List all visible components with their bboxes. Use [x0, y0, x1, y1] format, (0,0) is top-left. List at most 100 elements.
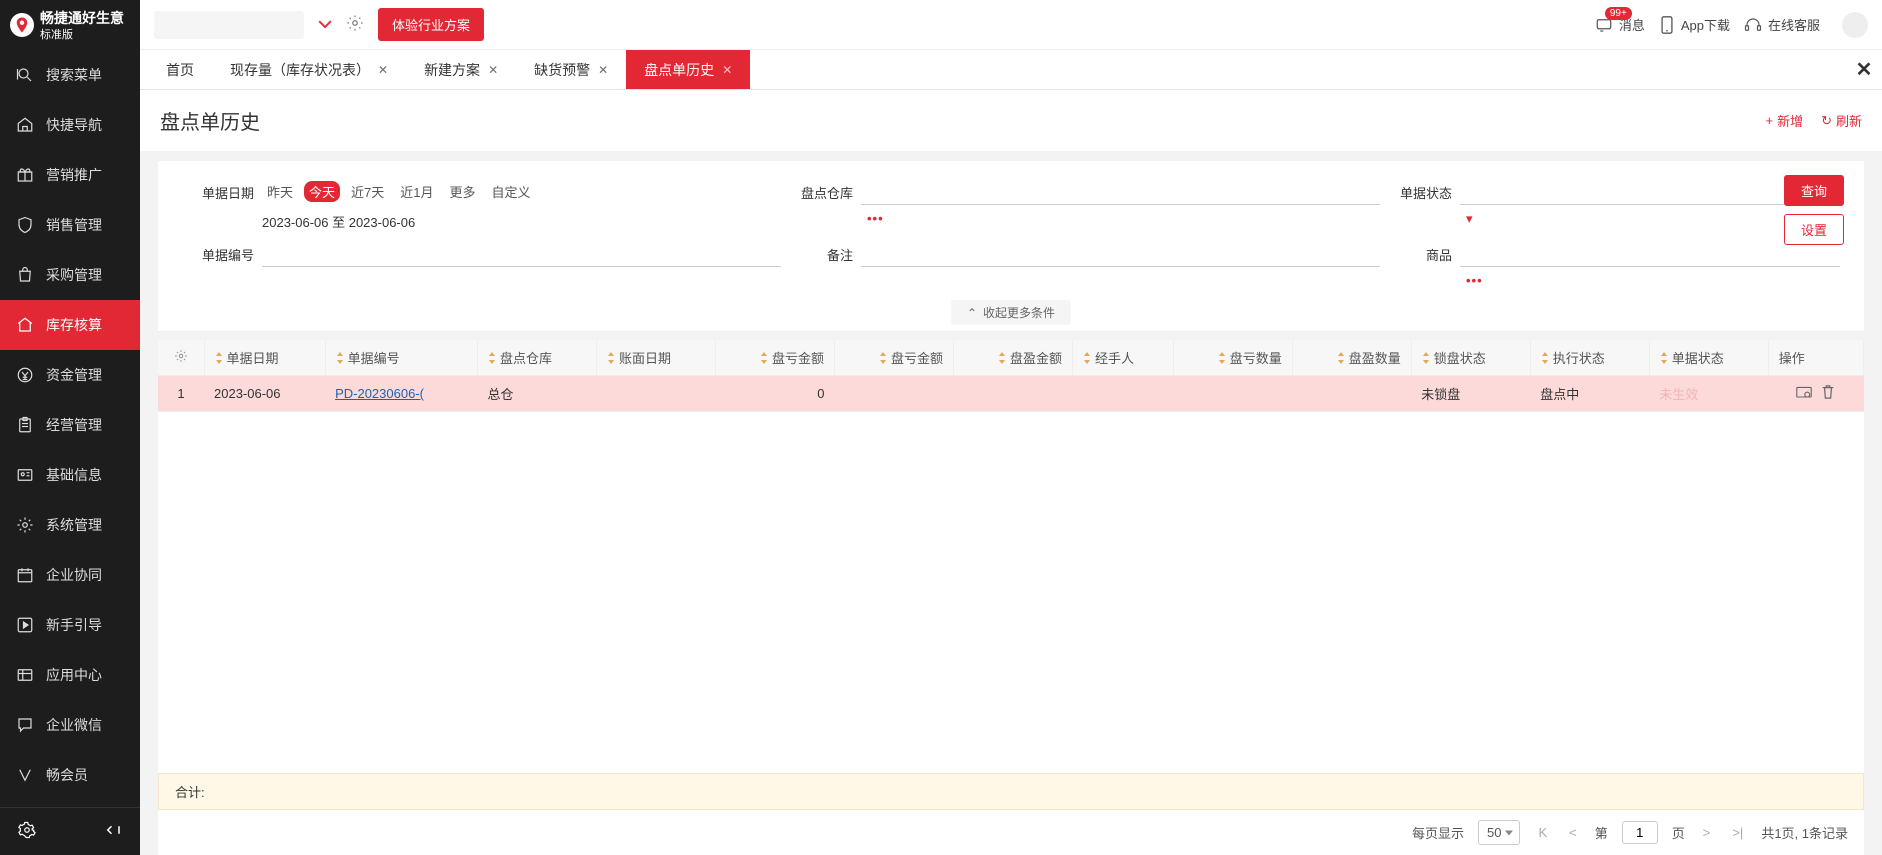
date-option-3[interactable]: 近1月: [395, 181, 438, 202]
page-header: 盘点单历史 +新增 ↻刷新: [140, 90, 1882, 151]
settings-icon[interactable]: [18, 821, 36, 842]
sidebar-item-11[interactable]: 新手引导: [0, 600, 140, 650]
close-icon[interactable]: ✕: [488, 63, 498, 77]
col-8[interactable]: 盘亏数量: [1173, 340, 1292, 376]
sidebar-item-7[interactable]: 经营管理: [0, 400, 140, 450]
remark-input[interactable]: [861, 243, 1380, 267]
sidebar-item-2[interactable]: 营销推广: [0, 150, 140, 200]
sidebar-item-label: 快捷导航: [46, 115, 102, 135]
user-avatar[interactable]: [1842, 12, 1868, 38]
tab-3[interactable]: 缺货预警 ✕: [516, 50, 626, 89]
col-11[interactable]: 执行状态: [1530, 340, 1649, 376]
messages-button[interactable]: 99+ 消息: [1595, 15, 1645, 34]
product-input[interactable]: [1460, 243, 1840, 267]
date-option-0[interactable]: 昨天: [262, 181, 298, 202]
sidebar-item-3[interactable]: 销售管理: [0, 200, 140, 250]
view-icon[interactable]: [1796, 386, 1812, 403]
sidebar-item-0[interactable]: 搜索菜单: [0, 50, 140, 100]
warehouse-input[interactable]: [861, 181, 1380, 205]
header: 体验行业方案 99+ 消息 App下载 在线客服: [140, 0, 1882, 50]
app-download-button[interactable]: App下载: [1659, 15, 1730, 34]
add-button[interactable]: +新增: [1765, 111, 1803, 130]
org-selector[interactable]: [154, 11, 304, 39]
message-badge: 99+: [1605, 7, 1632, 20]
date-option-5[interactable]: 自定义: [487, 181, 536, 202]
refresh-button[interactable]: ↻刷新: [1821, 111, 1862, 130]
sidebar-item-5[interactable]: 库存核算: [0, 300, 140, 350]
tab-label: 缺货预警: [534, 60, 590, 80]
filter-panel: 查询 设置 单据日期 昨天今天近7天近1月更多自定义2023-06-06 至 2…: [158, 161, 1864, 332]
col-0[interactable]: 单据日期: [204, 340, 325, 376]
col-1[interactable]: 单据编号: [325, 340, 477, 376]
sidebar-item-label: 基础信息: [46, 465, 102, 485]
date-option-2[interactable]: 近7天: [346, 181, 389, 202]
tab-label: 首页: [166, 60, 194, 80]
query-button[interactable]: 查询: [1784, 175, 1844, 206]
date-range-display: 2023-06-06 至 2023-06-06: [262, 212, 781, 231]
col-7[interactable]: 经手人: [1072, 340, 1173, 376]
table-row[interactable]: 12023-06-06PD-20230606-(总仓0未锁盘盘点中未生效: [158, 376, 1864, 412]
filter-label-warehouse: 盘点仓库: [781, 181, 853, 202]
chevron-down-icon[interactable]: [318, 17, 332, 32]
page-size-select[interactable]: 50: [1478, 820, 1520, 845]
sidebar-item-13[interactable]: 企业微信: [0, 700, 140, 750]
filter-label-remark: 备注: [781, 243, 853, 264]
idcard-icon: [16, 466, 34, 484]
date-option-1[interactable]: 今天: [304, 181, 340, 202]
col-13[interactable]: 操作: [1768, 340, 1863, 376]
tab-0[interactable]: 首页: [148, 50, 212, 89]
col-6[interactable]: 盘盈金额: [953, 340, 1072, 376]
sidebar-item-label: 企业协同: [46, 565, 102, 585]
filter-label-docno: 单据编号: [182, 243, 254, 264]
close-icon[interactable]: ✕: [722, 63, 732, 77]
sidebar-item-14[interactable]: 畅会员: [0, 750, 140, 800]
sidebar-item-12[interactable]: 应用中心: [0, 650, 140, 700]
close-icon[interactable]: ✕: [378, 63, 388, 77]
gear-icon[interactable]: [346, 14, 364, 35]
col-2[interactable]: 盘点仓库: [477, 340, 596, 376]
first-page-button[interactable]: K: [1534, 825, 1551, 840]
tab-4[interactable]: 盘点单历史✕: [626, 50, 750, 89]
sidebar-item-6[interactable]: 资金管理: [0, 350, 140, 400]
sidebar-item-1[interactable]: 快捷导航: [0, 100, 140, 150]
support-button[interactable]: 在线客服: [1744, 15, 1820, 34]
page-input[interactable]: [1622, 821, 1658, 844]
chevron-down-icon[interactable]: ▾: [1466, 211, 1473, 227]
date-option-4[interactable]: 更多: [445, 181, 481, 202]
col-4[interactable]: 盘亏金额: [715, 340, 834, 376]
page-title: 盘点单历史: [160, 106, 260, 135]
data-table: 单据日期单据编号盘点仓库账面日期盘亏金额盘亏金额盘盈金额经手人盘亏数量盘盈数量锁…: [158, 340, 1864, 855]
col-3[interactable]: 账面日期: [596, 340, 715, 376]
doc-link[interactable]: PD-20230606-(: [335, 386, 424, 401]
sidebar-item-9[interactable]: 系统管理: [0, 500, 140, 550]
tab-1[interactable]: 现存量（库存状况表）✕: [212, 50, 406, 89]
close-icon[interactable]: ✕: [598, 63, 608, 77]
delete-icon[interactable]: [1820, 384, 1836, 403]
col-10[interactable]: 锁盘状态: [1411, 340, 1530, 376]
industry-plan-button[interactable]: 体验行业方案: [378, 8, 484, 41]
prev-page-button[interactable]: <: [1565, 825, 1581, 840]
settings-button[interactable]: 设置: [1784, 214, 1844, 245]
warehouse-picker-icon[interactable]: •••: [867, 211, 884, 226]
tab-2[interactable]: 新建方案✕: [406, 50, 516, 89]
table-settings-icon[interactable]: [174, 351, 188, 366]
sidebar-item-label: 资金管理: [46, 365, 102, 385]
bag-icon: [16, 266, 34, 284]
filter-label-product: 商品: [1380, 243, 1452, 264]
gift-icon: [16, 166, 34, 184]
docno-input[interactable]: [262, 243, 781, 267]
sidebar-item-10[interactable]: 企业协同: [0, 550, 140, 600]
col-12[interactable]: 单据状态: [1649, 340, 1768, 376]
close-all-tabs[interactable]: ✕: [1846, 50, 1882, 89]
next-page-button[interactable]: >: [1699, 825, 1715, 840]
collapse-icon[interactable]: [104, 823, 122, 840]
col-5[interactable]: 盘亏金额: [834, 340, 953, 376]
sidebar-item-8[interactable]: 基础信息: [0, 450, 140, 500]
product-picker-icon[interactable]: •••: [1466, 273, 1483, 288]
col-9[interactable]: 盘盈数量: [1292, 340, 1411, 376]
last-page-button[interactable]: >|: [1728, 825, 1747, 840]
collapse-filters-button[interactable]: ⌃ 收起更多条件: [951, 300, 1071, 325]
sidebar-item-4[interactable]: 采购管理: [0, 250, 140, 300]
sidebar: 畅捷通好生意 标准版 搜索菜单快捷导航营销推广销售管理采购管理库存核算资金管理经…: [0, 0, 140, 855]
refresh-icon: ↻: [1821, 113, 1832, 129]
